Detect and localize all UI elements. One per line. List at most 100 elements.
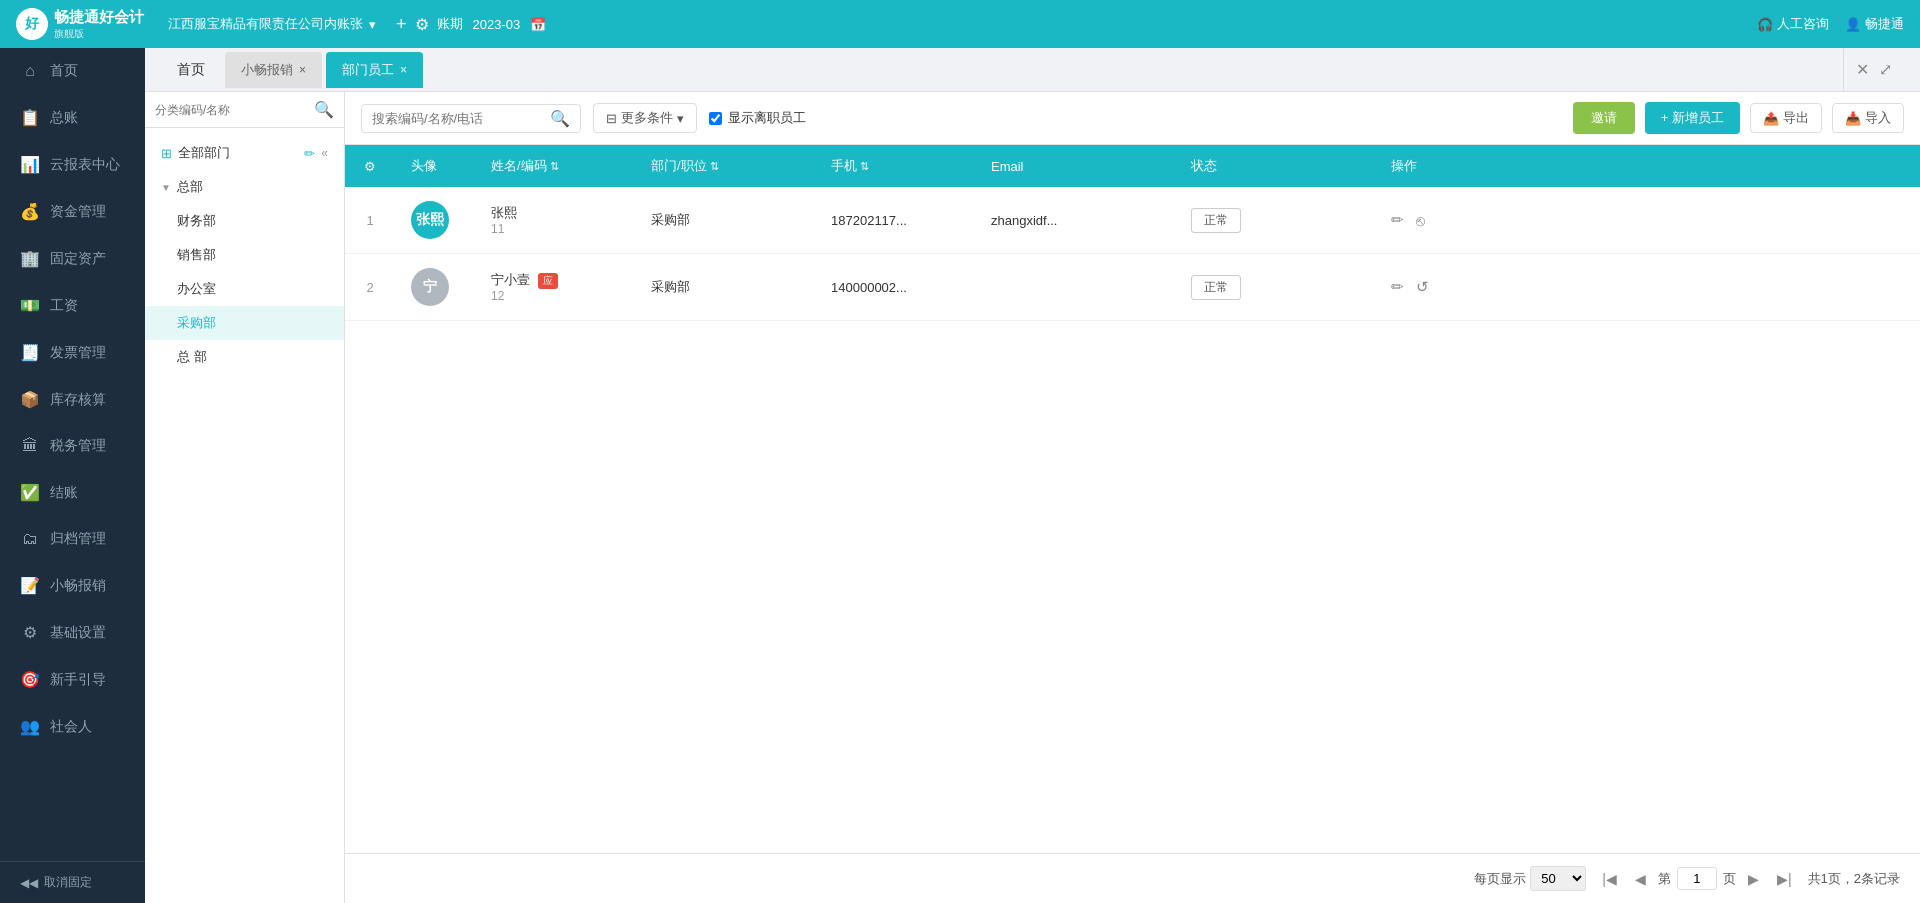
archive-icon: 🗂 — [20, 530, 40, 548]
expand-icon: ▼ — [161, 182, 171, 193]
search-icon[interactable]: 🔍 — [550, 109, 570, 128]
show-resigned-label: 显示离职员工 — [728, 109, 806, 127]
invite-button[interactable]: 邀请 — [1573, 102, 1635, 134]
dept-purchasing[interactable]: 采购部 — [145, 306, 344, 340]
sidebar-item-ledger[interactable]: 📋 总账 — [0, 94, 145, 141]
action-icons: ✏ ↺ — [1391, 278, 1904, 296]
tab-department-close[interactable]: × — [400, 63, 407, 77]
period-area: 账期 2023-03 📅 — [437, 15, 547, 33]
sidebar-item-home[interactable]: ⌂ 首页 — [0, 48, 145, 94]
refresh-icon[interactable]: ↺ — [1416, 278, 1429, 296]
dept-label: 总部 — [177, 178, 203, 196]
tab-expense-close[interactable]: × — [299, 63, 306, 77]
row-phone-cell: 187202117... — [815, 187, 975, 254]
sidebar-item-expense[interactable]: 📝 小畅报销 — [0, 562, 145, 609]
first-page-button[interactable]: |◀ — [1596, 869, 1623, 889]
tab-home[interactable]: 首页 — [161, 52, 221, 88]
row-actions-cell: ✏ ↺ — [1375, 254, 1920, 321]
dept-label: 办公室 — [177, 280, 216, 298]
collapse-icon[interactable]: « — [321, 146, 328, 160]
dept-search-input[interactable] — [155, 103, 308, 117]
sidebar-item-inventory[interactable]: 📦 库存核算 — [0, 376, 145, 423]
dept-general[interactable]: 总 部 — [145, 340, 344, 374]
company-selector[interactable]: 江西服宝精品有限责任公司内账张 ▾ — [168, 15, 376, 33]
window-expand-button[interactable]: ⤢ — [1879, 60, 1892, 79]
show-resigned-checkbox[interactable] — [709, 112, 722, 125]
dept-search-box: 🔍 — [145, 92, 344, 128]
search-icon[interactable]: 🔍 — [314, 100, 334, 119]
filter-icon: ⊟ — [606, 111, 617, 126]
tab-expense[interactable]: 小畅报销 × — [225, 52, 322, 88]
dept-all[interactable]: ⊞ 全部部门 ✏ « — [145, 136, 344, 170]
sidebar-item-guide[interactable]: 🎯 新手引导 — [0, 656, 145, 703]
sidebar-item-salary[interactable]: 💵 工资 — [0, 282, 145, 329]
dept-headquarters[interactable]: ▼ 总部 — [145, 170, 344, 204]
filter-label: 更多条件 — [621, 109, 673, 127]
edit-icon[interactable]: ✏ — [1391, 211, 1404, 229]
tax-icon: 🏛 — [20, 437, 40, 455]
col-name[interactable]: 姓名/编码 — [475, 145, 635, 187]
invoice-icon: 🧾 — [20, 343, 40, 362]
employee-search-area: 🔍 — [361, 104, 581, 133]
col-avatar: 头像 — [395, 145, 475, 187]
sidebar-item-archive[interactable]: 🗂 归档管理 — [0, 516, 145, 562]
chart-icon: 📊 — [20, 155, 40, 174]
sidebar-item-label: 小畅报销 — [50, 577, 106, 595]
sidebar-item-tax[interactable]: 🏛 税务管理 — [0, 423, 145, 469]
page-number-input[interactable] — [1677, 867, 1717, 890]
col-actions: 操作 — [1375, 145, 1920, 187]
next-page-button[interactable]: ▶ — [1742, 869, 1765, 889]
export-label: 导出 — [1783, 109, 1809, 127]
col-settings[interactable]: ⚙ — [345, 145, 395, 187]
user-profile[interactable]: 👤 畅捷通 — [1845, 15, 1904, 33]
filter-button[interactable]: ⊟ 更多条件 ▾ — [593, 103, 697, 133]
sidebar-item-assets[interactable]: 🏢 固定资产 — [0, 235, 145, 282]
edit-dept-icon[interactable]: ✏ — [304, 146, 315, 161]
employee-search-input[interactable] — [372, 111, 544, 126]
prev-page-button[interactable]: ◀ — [1629, 869, 1652, 889]
dept-sales[interactable]: 销售部 — [145, 238, 344, 272]
sidebar-item-invoice[interactable]: 🧾 发票管理 — [0, 329, 145, 376]
calendar-icon[interactable]: 📅 — [530, 17, 546, 32]
employee-email: zhangxidf... — [991, 213, 1058, 228]
sidebar-item-social[interactable]: 👥 社会人 — [0, 703, 145, 750]
window-controls: ✕ ⤢ — [1843, 48, 1904, 92]
row-index: 1 — [345, 187, 395, 254]
col-phone[interactable]: 手机 — [815, 145, 975, 187]
edit-icon[interactable]: ✏ — [1391, 278, 1404, 296]
row-status-cell: 正常 — [1175, 254, 1375, 321]
sidebar-item-label: 云报表中心 — [50, 156, 120, 174]
last-page-button[interactable]: ▶| — [1771, 869, 1798, 889]
add-icon[interactable]: + — [396, 14, 407, 35]
import-button[interactable]: 📥 导入 — [1832, 103, 1904, 133]
tab-home-label: 首页 — [177, 61, 205, 79]
dept-office[interactable]: 办公室 — [145, 272, 344, 306]
sidebar-item-close[interactable]: ✅ 结账 — [0, 469, 145, 516]
sidebar-item-funds[interactable]: 💰 资金管理 — [0, 188, 145, 235]
export-button[interactable]: 📤 导出 — [1750, 103, 1822, 133]
service-button[interactable]: 🎧 人工咨询 — [1757, 15, 1829, 33]
window-close-button[interactable]: ✕ — [1856, 60, 1869, 79]
expense-icon: 📝 — [20, 576, 40, 595]
settings-icon[interactable]: ⚙ — [415, 15, 429, 34]
col-dept[interactable]: 部门/职位 — [635, 145, 815, 187]
sidebar-item-settings[interactable]: ⚙ 基础设置 — [0, 609, 145, 656]
sidebar-item-reports[interactable]: 📊 云报表中心 — [0, 141, 145, 188]
page-size-select[interactable]: 20 50 100 — [1530, 866, 1586, 891]
row-name-cell: 张熙 11 — [475, 187, 635, 254]
add-employee-button[interactable]: + 新增员工 — [1645, 102, 1740, 134]
employee-dept: 采购部 — [651, 212, 690, 227]
status-badge: 正常 — [1191, 208, 1241, 233]
company-name: 江西服宝精品有限责任公司内账张 — [168, 15, 363, 33]
logout-icon[interactable]: ⎋ — [1416, 212, 1425, 229]
page-size-label: 每页显示 — [1474, 870, 1526, 888]
dept-finance[interactable]: 财务部 — [145, 204, 344, 238]
employee-code: 12 — [491, 289, 619, 303]
sidebar: ⌂ 首页 📋 总账 📊 云报表中心 💰 资金管理 🏢 固定资产 💵 工资 🧾 发… — [0, 48, 145, 903]
cancel-pin-button[interactable]: ◀◀ 取消固定 — [0, 861, 145, 903]
row-avatar-cell: 宁 — [395, 254, 475, 321]
home-icon: ⌂ — [20, 62, 40, 80]
row-name-cell: 宁小壹 应 12 — [475, 254, 635, 321]
tab-department[interactable]: 部门员工 × — [326, 52, 423, 88]
dept-label: 总 部 — [177, 348, 207, 366]
